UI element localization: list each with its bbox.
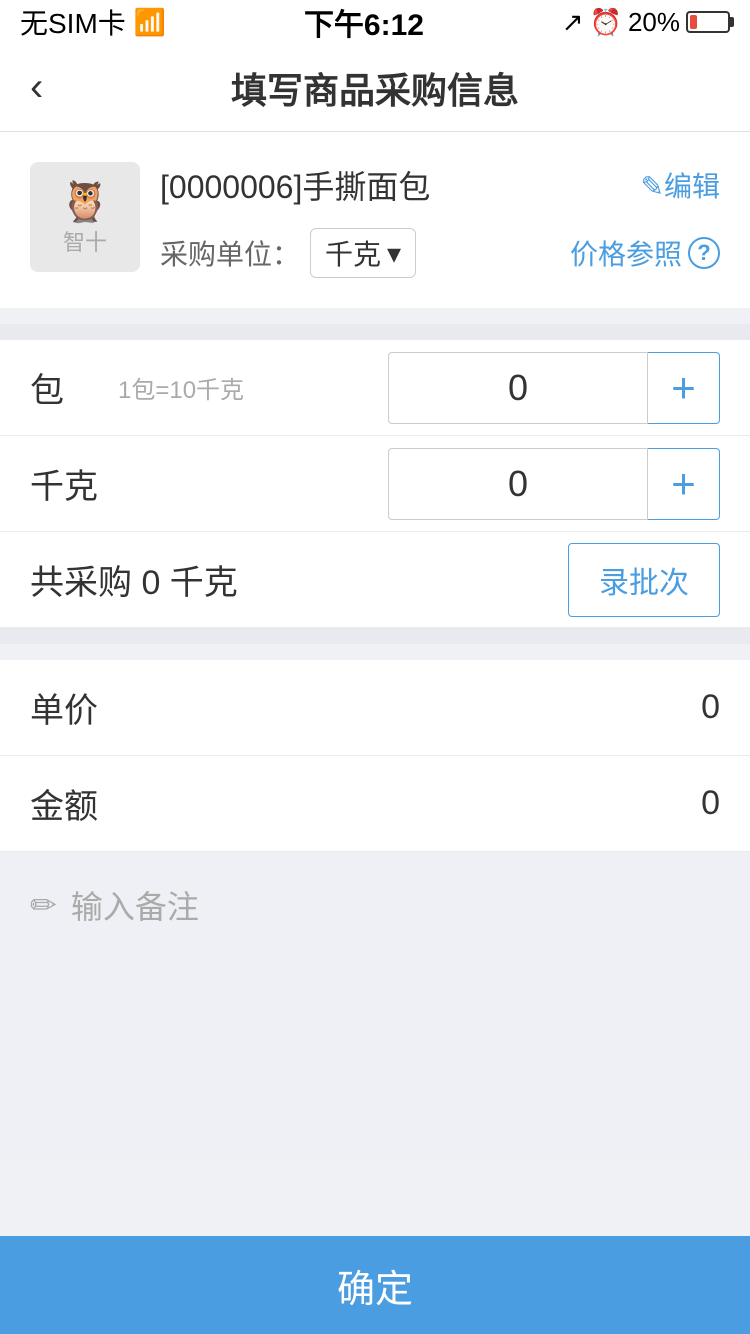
product-name: [0000006]手撕面包 <box>160 162 430 208</box>
bao-sublabel: 1包=10千克 <box>118 370 388 405</box>
kg-number-input[interactable] <box>388 448 648 520</box>
kg-label: 千克 <box>30 459 110 508</box>
section-divider-1 <box>0 324 750 340</box>
product-meta: 采购单位： 千克 ▾ 价格参照 ? <box>160 228 720 278</box>
bao-plus-button[interactable]: + <box>648 352 720 424</box>
bottom-spacer <box>0 958 750 1158</box>
time-label: 下午6:12 <box>304 0 424 44</box>
unit-price-row: 单价 0 <box>0 660 750 756</box>
dropdown-arrow-icon: ▾ <box>387 237 401 270</box>
record-batch-button[interactable]: 录批次 <box>568 543 720 617</box>
section-divider-2 <box>0 628 750 644</box>
amount-value: 0 <box>701 784 720 823</box>
note-placeholder-text: 输入备注 <box>71 882 199 928</box>
product-thumbnail: 🦉 智十 <box>30 162 140 272</box>
product-info: [0000006]手撕面包 ✎编辑 采购单位： 千克 ▾ 价格参照 ? <box>160 162 720 278</box>
status-bar: 无SIM卡 📶 下午6:12 ↗ ⏰ 20% <box>0 0 750 44</box>
note-pencil-icon: ✏ <box>30 886 57 924</box>
kg-plus-button[interactable]: + <box>648 448 720 520</box>
kg-input-group: + <box>388 448 720 520</box>
bao-label: 包 <box>30 363 110 412</box>
bao-input-group: + <box>388 352 720 424</box>
input-section: 包 1包=10千克 + 千克 + 共采购 0 千克 录批次 <box>0 340 750 628</box>
bao-input-row: 包 1包=10千克 + <box>0 340 750 436</box>
price-ref-help-icon: ? <box>688 237 720 269</box>
confirm-button-label: 确定 <box>337 1258 413 1313</box>
confirm-button[interactable]: 确定 <box>0 1236 750 1334</box>
status-right: ↗ ⏰ 20% <box>562 7 730 38</box>
wifi-icon: 📶 <box>134 7 166 38</box>
product-card: 🦉 智十 [0000006]手撕面包 ✎编辑 采购单位： 千克 ▾ 价格参照 ? <box>0 132 750 308</box>
unit-price-value: 0 <box>701 688 720 727</box>
status-left: 无SIM卡 📶 <box>20 2 166 42</box>
carrier-label: 无SIM卡 <box>20 2 126 42</box>
unit-dropdown[interactable]: 千克 ▾ <box>310 228 416 278</box>
price-reference-button[interactable]: 价格参照 ? <box>570 233 720 273</box>
unit-value: 千克 <box>325 233 381 273</box>
summary-row: 共采购 0 千克 录批次 <box>0 532 750 628</box>
price-section: 单价 0 金额 0 <box>0 660 750 852</box>
price-ref-label: 价格参照 <box>570 233 682 273</box>
edit-button[interactable]: ✎编辑 <box>641 165 720 205</box>
product-logo-icon: 🦉 <box>60 178 110 225</box>
battery-indicator <box>686 11 730 33</box>
alarm-icon: ⏰ <box>590 7 622 38</box>
kg-input-row: 千克 + <box>0 436 750 532</box>
battery-percent: 20% <box>628 7 680 38</box>
location-icon: ↗ <box>562 7 584 38</box>
summary-text: 共采购 0 千克 <box>30 555 238 604</box>
amount-row: 金额 0 <box>0 756 750 852</box>
unit-label: 采购单位： <box>160 233 300 273</box>
bao-number-input[interactable] <box>388 352 648 424</box>
unit-selector[interactable]: 采购单位： 千克 ▾ <box>160 228 416 278</box>
nav-bar: ‹ 填写商品采购信息 <box>0 44 750 132</box>
product-logo-text: 智十 <box>63 225 107 257</box>
back-button[interactable]: ‹ <box>20 55 53 120</box>
note-section[interactable]: ✏ 输入备注 <box>0 852 750 958</box>
page-title: 填写商品采购信息 <box>231 62 519 114</box>
amount-label: 金额 <box>30 779 98 828</box>
unit-price-label: 单价 <box>30 683 98 732</box>
product-name-row: [0000006]手撕面包 ✎编辑 <box>160 162 720 208</box>
